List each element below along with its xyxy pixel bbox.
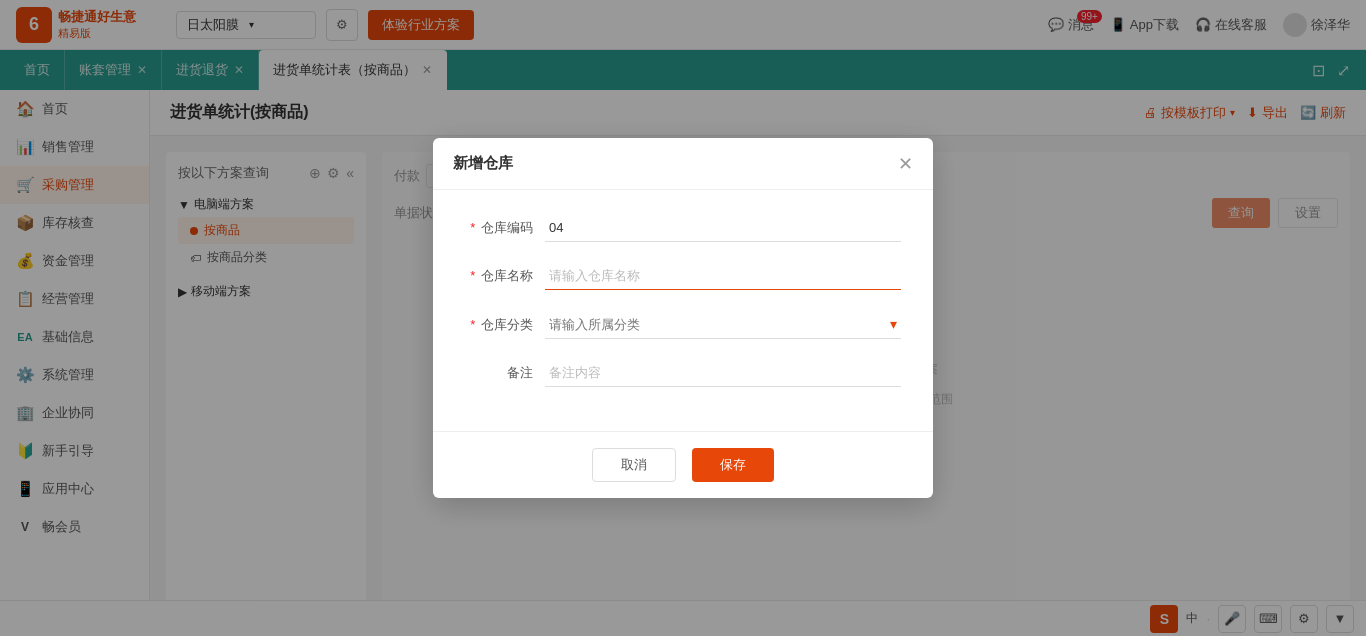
modal-overlay[interactable]: 新增仓库 ✕ * 仓库编码 * 仓库名称 [0,0,1366,636]
select-arrow-icon: ▾ [890,316,897,332]
category-select-wrapper[interactable]: ▾ [545,310,901,339]
required-star-code: * [470,220,475,235]
modal-header: 新增仓库 ✕ [433,138,933,190]
warehouse-code-input[interactable] [545,214,901,242]
name-label: * 仓库名称 [465,267,545,285]
required-star-name: * [470,268,475,283]
modal-body: * 仓库编码 * 仓库名称 * 仓库分类 [433,190,933,431]
new-warehouse-modal: 新增仓库 ✕ * 仓库编码 * 仓库名称 [433,138,933,498]
category-select-input[interactable] [549,317,890,332]
form-row-category: * 仓库分类 ▾ [465,310,901,339]
notes-label: 备注 [465,364,545,382]
cancel-button[interactable]: 取消 [592,448,676,482]
modal-close-icon[interactable]: ✕ [898,155,913,173]
category-label: * 仓库分类 [465,316,545,334]
modal-title: 新增仓库 [453,154,513,173]
form-row-notes: 备注 [465,359,901,387]
warehouse-name-input[interactable] [545,262,901,290]
form-row-name: * 仓库名称 [465,262,901,290]
form-row-code: * 仓库编码 [465,214,901,242]
save-button[interactable]: 保存 [692,448,774,482]
modal-footer: 取消 保存 [433,431,933,498]
code-label: * 仓库编码 [465,219,545,237]
required-star-category: * [470,317,475,332]
notes-input[interactable] [545,359,901,387]
